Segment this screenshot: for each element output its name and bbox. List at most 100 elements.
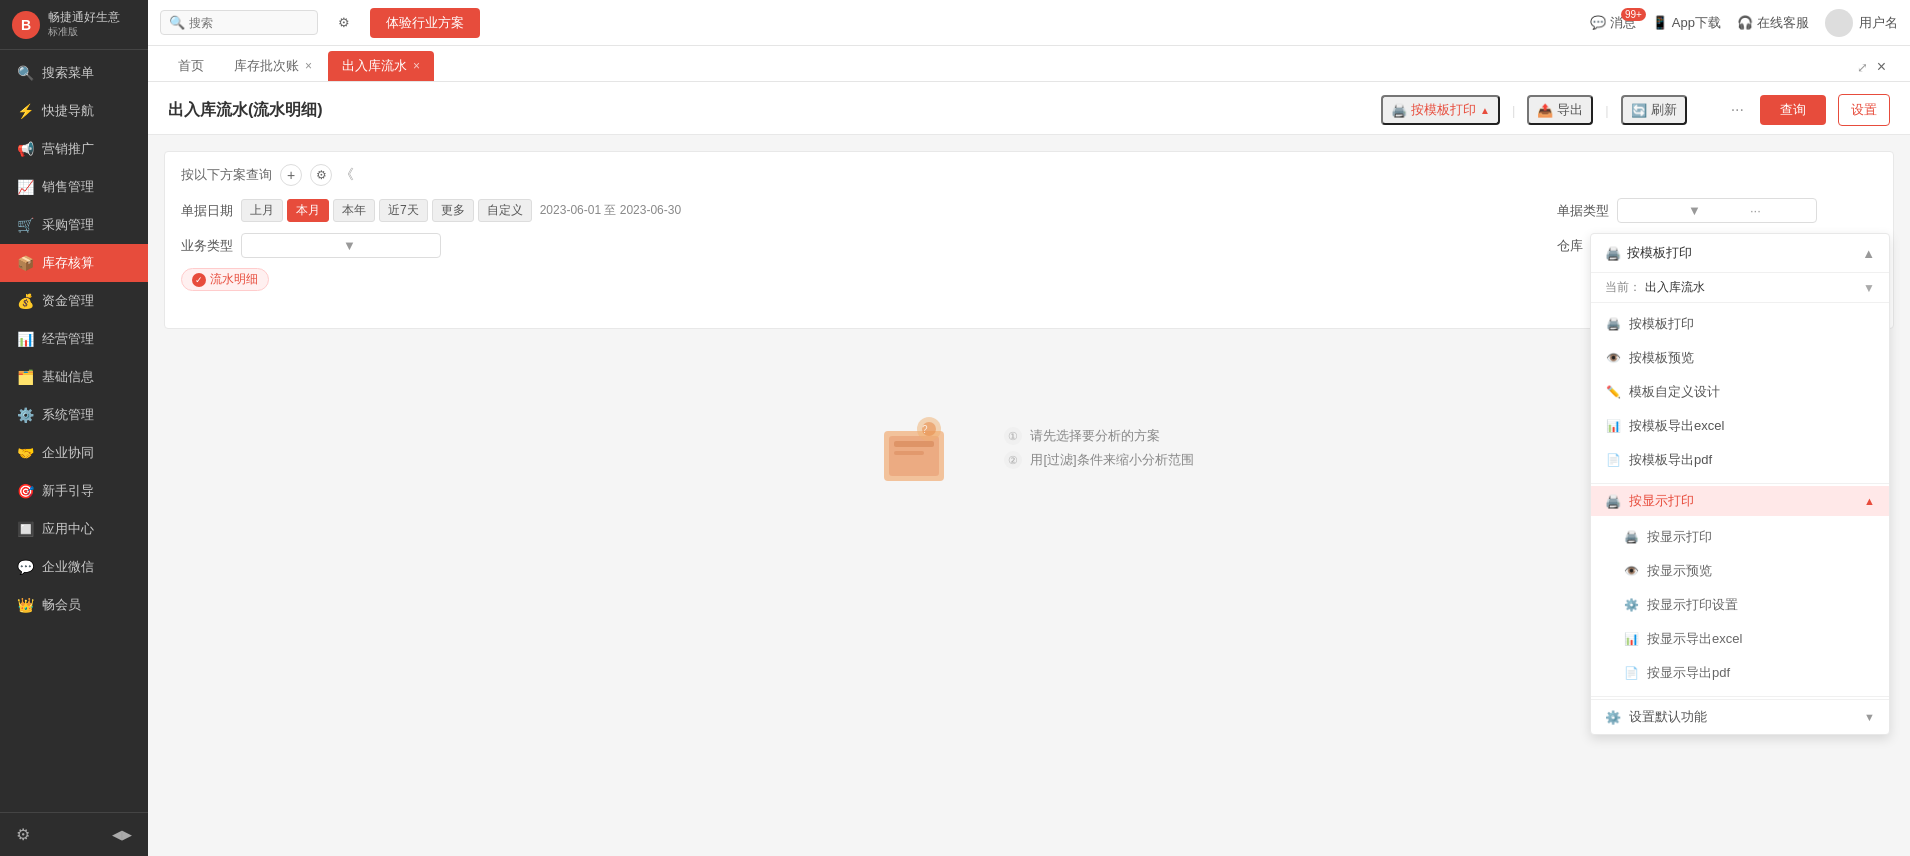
sidebar-item-search[interactable]: 🔍 搜索菜单: [0, 54, 148, 92]
display-group-header[interactable]: 🖨️ 按显示打印 ▲: [1591, 486, 1889, 516]
tab-batch-account-close[interactable]: ×: [305, 59, 312, 73]
search-input[interactable]: [189, 16, 309, 30]
export-excel-template-label: 按模板导出excel: [1629, 417, 1724, 435]
sidebar-collapse-icon[interactable]: ◀▶: [112, 827, 132, 842]
business-type-select[interactable]: ▼: [241, 233, 441, 258]
purchase-icon: 🛒: [16, 216, 34, 234]
sidebar-item-system[interactable]: ⚙️ 系统管理: [0, 396, 148, 434]
print-template-button[interactable]: 🖨️ 按模板打印 ▲: [1381, 95, 1500, 125]
flow-type-tag[interactable]: ✓ 流水明细: [181, 268, 269, 291]
guide-icon: 🎯: [16, 482, 34, 500]
operations-icon: 📊: [16, 330, 34, 348]
filter-settings-icon[interactable]: ⚙: [310, 164, 332, 186]
search-icon: 🔍: [169, 15, 185, 30]
date-current-month-button[interactable]: 本月: [287, 199, 329, 222]
flow-type-label: 流水明细: [210, 271, 258, 288]
sidebar-item-basic-info[interactable]: 🗂️ 基础信息: [0, 358, 148, 396]
export-excel-template-item[interactable]: 📊 按模板导出excel: [1591, 409, 1889, 443]
user-profile-button[interactable]: 用户名: [1825, 9, 1898, 37]
doc-type-more-icon: ···: [1750, 203, 1808, 218]
date-7days-button[interactable]: 近7天: [379, 199, 428, 222]
filter-title: 按以下方案查询: [181, 166, 272, 184]
export-button[interactable]: 📤 导出: [1527, 95, 1593, 125]
more-options-button[interactable]: ···: [1727, 97, 1748, 123]
preview-template-item[interactable]: 👁️ 按模板预览: [1591, 341, 1889, 375]
preview-display-label: 按显示预览: [1647, 562, 1712, 580]
set-default-button[interactable]: ⚙️ 设置默认功能 ▼: [1591, 699, 1889, 734]
doc-type-select[interactable]: ▼ ···: [1617, 198, 1817, 223]
tab-expand-button[interactable]: ⤢: [1849, 53, 1877, 81]
sidebar-item-quick-nav[interactable]: ⚡ 快捷导航: [0, 92, 148, 130]
settings-footer-icon: ⚙️: [1605, 710, 1621, 725]
design-item-icon: ✏️: [1605, 384, 1621, 400]
doc-type-label: 单据类型: [1557, 202, 1609, 220]
wecom-icon: 💬: [16, 558, 34, 576]
date-more-button[interactable]: 更多: [432, 199, 474, 222]
export-pdf-display-label: 按显示导出pdf: [1647, 664, 1730, 682]
app-download-button[interactable]: 📱 App下载: [1652, 14, 1721, 32]
design-template-item[interactable]: ✏️ 模板自定义设计: [1591, 375, 1889, 409]
filter-row-1: 单据日期 上月 本月 本年 近7天 更多 自定义 2023-06-01 至 20…: [181, 198, 1877, 223]
sidebar-label-enterprise: 企业协同: [42, 444, 94, 462]
excel-icon: 📊: [1605, 418, 1621, 434]
window-controls: ×: [1877, 58, 1886, 76]
sidebar-item-guide[interactable]: 🎯 新手引导: [0, 472, 148, 510]
current-arrow-icon[interactable]: ▼: [1863, 281, 1875, 295]
filter-collapse-button[interactable]: 《: [340, 166, 354, 184]
inventory-icon: 📦: [16, 254, 34, 272]
dropdown-close-icon[interactable]: ▲: [1862, 246, 1875, 261]
sidebar-item-app-center[interactable]: 🔲 应用中心: [0, 510, 148, 548]
settings-button[interactable]: 设置: [1838, 94, 1890, 126]
online-support-label: 在线客服: [1757, 14, 1809, 32]
filter-add-button[interactable]: +: [280, 164, 302, 186]
export-pdf-template-label: 按模板导出pdf: [1629, 451, 1712, 469]
messages-button[interactable]: 💬 消息 99+: [1590, 14, 1636, 32]
date-current-year-button[interactable]: 本年: [333, 199, 375, 222]
sidebar-item-sales[interactable]: 📈 销售管理: [0, 168, 148, 206]
export-pdf-template-item[interactable]: 📄 按模板导出pdf: [1591, 443, 1889, 477]
refresh-button[interactable]: 🔄 刷新: [1621, 95, 1687, 125]
tab-home[interactable]: 首页: [164, 51, 218, 81]
app-name: 畅捷通好生意: [48, 10, 120, 26]
topbar-search-box[interactable]: 🔍: [160, 10, 318, 35]
print-display-item[interactable]: 🖨️ 按显示打印: [1591, 520, 1889, 554]
tabs-right-controls: ⤢ ×: [1849, 53, 1894, 81]
export-pdf-display-item[interactable]: 📄 按显示导出pdf: [1591, 656, 1889, 690]
business-type-field: 业务类型 ▼: [181, 233, 1545, 258]
tab-in-out-flow[interactable]: 出入库流水 ×: [328, 51, 434, 81]
page-title: 出入库流水(流水明细): [168, 100, 323, 121]
settings-display-item[interactable]: ⚙️ 按显示打印设置: [1591, 588, 1889, 622]
sidebar-item-enterprise[interactable]: 🤝 企业协同: [0, 434, 148, 472]
query-button[interactable]: 查询: [1760, 95, 1826, 125]
trial-industry-button[interactable]: 体验行业方案: [370, 8, 480, 38]
pdf-icon: 📄: [1605, 452, 1621, 468]
sidebar-item-purchase[interactable]: 🛒 采购管理: [0, 206, 148, 244]
sidebar-item-operations[interactable]: 📊 经营管理: [0, 320, 148, 358]
sidebar-item-marketing[interactable]: 📢 营销推广: [0, 130, 148, 168]
print-template-item[interactable]: 🖨️ 按模板打印: [1591, 307, 1889, 341]
tab-in-out-flow-close[interactable]: ×: [413, 59, 420, 73]
tab-in-out-flow-label: 出入库流水: [342, 57, 407, 75]
preview-display-item[interactable]: 👁️ 按显示预览: [1591, 554, 1889, 588]
sidebar-item-inventory[interactable]: 📦 库存核算: [0, 244, 148, 282]
sidebar-nav: 🔍 搜索菜单 ⚡ 快捷导航 📢 营销推广 📈 销售管理 🛒 采购管理 📦: [0, 50, 148, 812]
sidebar-bottom: ⚙ ◀▶: [0, 812, 148, 856]
sidebar-item-finance[interactable]: 💰 资金管理: [0, 282, 148, 320]
sidebar-settings-icon[interactable]: ⚙: [16, 825, 30, 844]
topbar-gear-icon[interactable]: ⚙: [330, 9, 358, 37]
message-icon: 💬: [1590, 15, 1606, 30]
sidebar-item-member[interactable]: 👑 畅会员: [0, 586, 148, 624]
marketing-icon: 📢: [16, 140, 34, 158]
enterprise-icon: 🤝: [16, 444, 34, 462]
date-custom-button[interactable]: 自定义: [478, 199, 532, 222]
export-excel-display-item[interactable]: 📊 按显示导出excel: [1591, 622, 1889, 656]
sidebar-item-wecom[interactable]: 💬 企业微信: [0, 548, 148, 586]
online-support-button[interactable]: 🎧 在线客服: [1737, 14, 1809, 32]
refresh-icon: 🔄: [1631, 103, 1647, 118]
tab-batch-account[interactable]: 库存批次账 ×: [220, 51, 326, 81]
topbar: 🔍 ⚙ 体验行业方案 💬 消息 99+ 📱 App下载 🎧 在线客服: [148, 0, 1910, 46]
empty-tip-2: ② 用[过滤]条件来缩小分析范围: [1004, 451, 1193, 469]
close-window-icon[interactable]: ×: [1877, 58, 1886, 76]
business-type-label: 业务类型: [181, 237, 233, 255]
date-prev-month-button[interactable]: 上月: [241, 199, 283, 222]
